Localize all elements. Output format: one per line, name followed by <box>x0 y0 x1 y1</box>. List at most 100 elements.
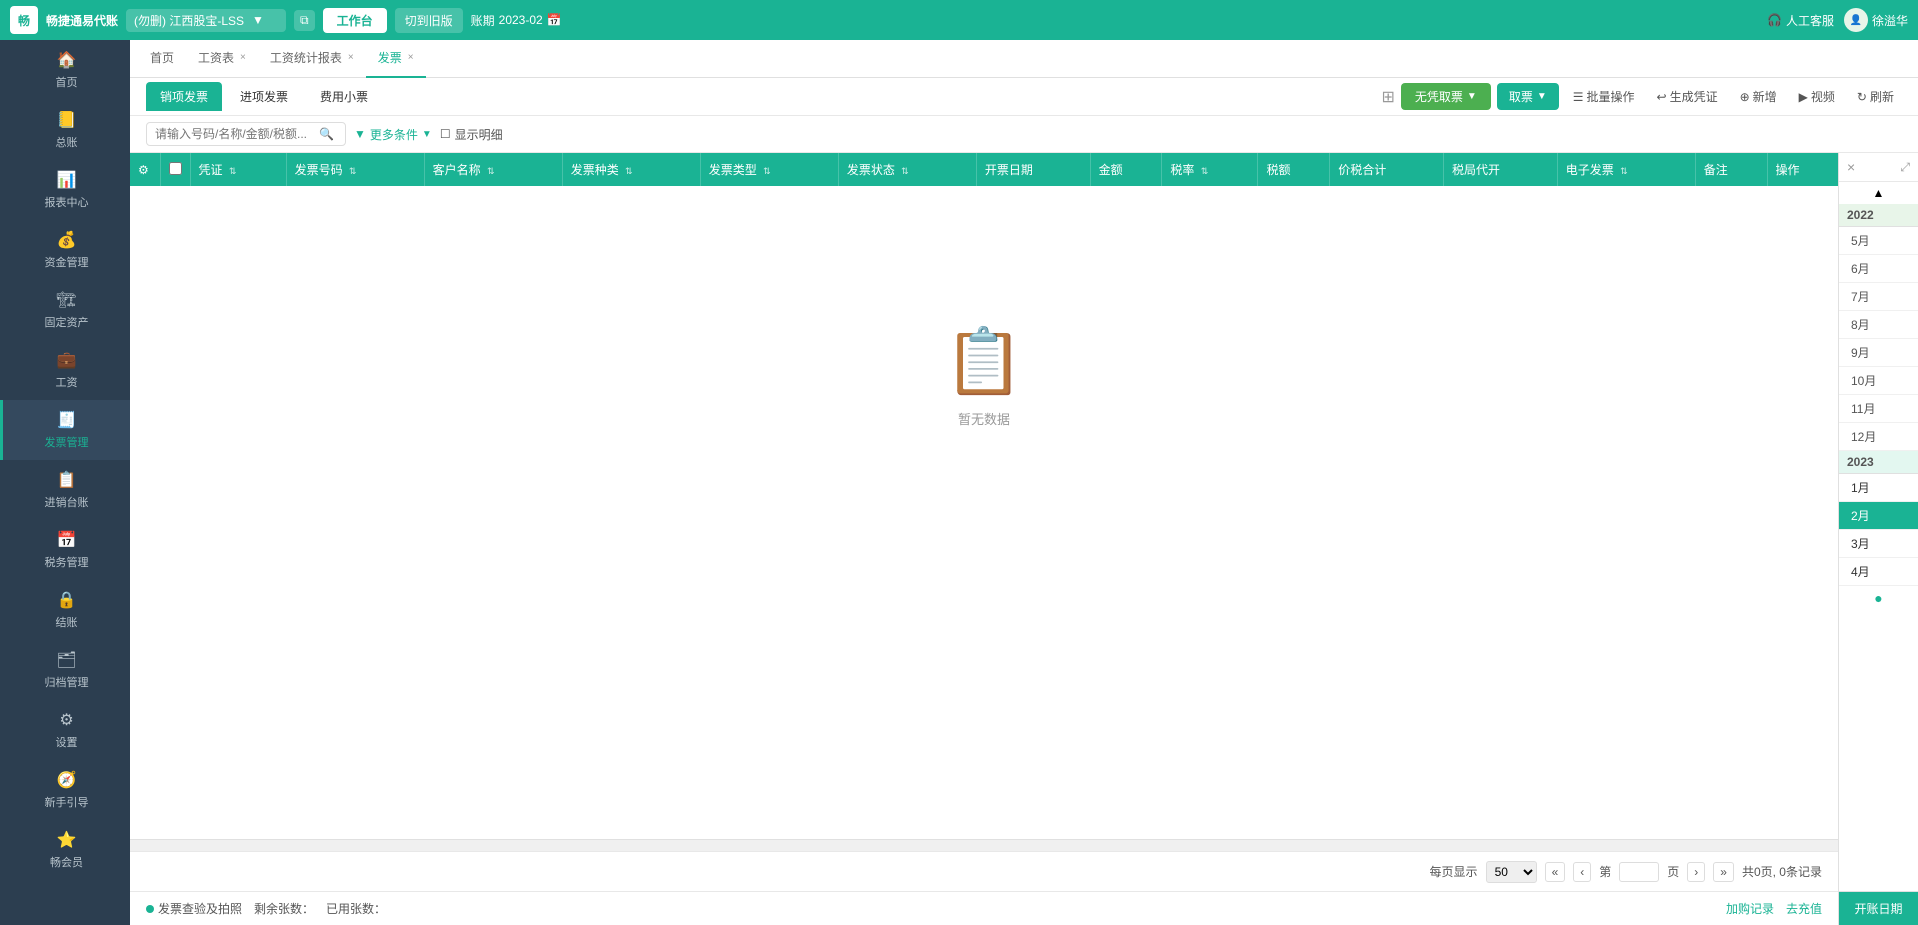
workspace-button[interactable]: 工作台 <box>323 8 387 33</box>
fixed-assets-icon: 🏗 <box>56 290 76 310</box>
grid-view-icon[interactable]: ⊞ <box>1381 87 1394 107</box>
app-title: 畅捷通易代账 <box>46 12 118 29</box>
month-2023-02[interactable]: 2月 <box>1839 502 1918 530</box>
tab-close-salary[interactable]: × <box>240 52 246 63</box>
sort-icon6[interactable]: ⇅ <box>901 166 909 176</box>
next-page-btn[interactable]: › <box>1687 862 1705 882</box>
open-period-btn[interactable]: 开账日期 <box>1839 892 1918 925</box>
video-btn[interactable]: ▶ 视频 <box>1791 83 1843 110</box>
prev-page-btn[interactable]: ‹ <box>1573 862 1591 882</box>
sort-icon8[interactable]: ⇅ <box>1620 166 1628 176</box>
search-icon[interactable]: 🔍 <box>319 127 334 141</box>
date-panel-header: × ⤢ <box>1839 153 1918 182</box>
sort-icon5[interactable]: ⇅ <box>763 166 771 176</box>
sidebar-item-salary[interactable]: 💼 工资 <box>0 340 130 400</box>
month-2022-09[interactable]: 9月 <box>1839 339 1918 367</box>
col-tax-code: 税局代开 <box>1443 153 1557 186</box>
select-all-checkbox[interactable] <box>169 162 182 175</box>
add-new-btn[interactable]: ⊕ 新增 <box>1732 83 1785 110</box>
purchase-record-link[interactable]: 加购记录 <box>1726 900 1774 917</box>
user-avatar: 👤 <box>1844 8 1868 32</box>
tab-salary[interactable]: 工资表 × <box>186 40 258 78</box>
month-2022-06[interactable]: 6月 <box>1839 255 1918 283</box>
tab-home[interactable]: 首页 <box>138 40 186 78</box>
search-input[interactable] <box>155 127 315 141</box>
sidebar-item-guide[interactable]: 🧭 新手引导 <box>0 760 130 820</box>
sort-icon3[interactable]: ⇅ <box>487 166 495 176</box>
user-profile-btn[interactable]: 👤 徐溢华 <box>1844 8 1908 32</box>
sidebar-item-archive[interactable]: 🗂 归档管理 <box>0 640 130 700</box>
pagination-bar: 每页显示 50 100 200 « ‹ 第 1 页 › » 共0页, 0 <box>130 851 1838 891</box>
sidebar-item-report[interactable]: 📊 报表中心 <box>0 160 130 220</box>
month-2022-08[interactable]: 8月 <box>1839 311 1918 339</box>
month-2023-01[interactable]: 1月 <box>1839 474 1918 502</box>
switch-version-button[interactable]: 切到旧版 <box>395 8 463 33</box>
company-selector[interactable]: (勿删) 江西股宝-LSS ▼ <box>126 9 286 32</box>
get-ticket-btn[interactable]: 取票 ▼ <box>1497 83 1559 110</box>
col-checkbox[interactable] <box>160 153 190 186</box>
sidebar-item-sales-ledger[interactable]: 📋 进销台账 <box>0 460 130 520</box>
copy-icon-button[interactable]: ⧉ <box>294 10 315 31</box>
chevron-down-icon: ● <box>1874 590 1882 606</box>
month-2023-04[interactable]: 4月 <box>1839 558 1918 586</box>
page-input[interactable]: 1 <box>1619 862 1659 882</box>
sort-icon7[interactable]: ⇅ <box>1201 166 1209 176</box>
month-2023-03[interactable]: 3月 <box>1839 530 1918 558</box>
customer-service-btn[interactable]: 🎧 人工客服 <box>1767 12 1834 29</box>
last-page-btn[interactable]: » <box>1713 862 1734 882</box>
sub-tab-purchase[interactable]: 进项发票 <box>226 82 302 111</box>
sidebar-item-member[interactable]: ⭐ 畅会员 <box>0 820 130 880</box>
report-icon: 📊 <box>57 170 77 190</box>
fund-icon: 💰 <box>57 230 77 250</box>
recharge-link[interactable]: 去充值 <box>1786 900 1822 917</box>
open-period-section: 开账日期 <box>1839 891 1918 925</box>
tab-invoice[interactable]: 发票 × <box>366 40 426 78</box>
month-2022-07[interactable]: 7月 <box>1839 283 1918 311</box>
show-detail-checkbox[interactable]: ☐ 显示明细 <box>440 126 503 143</box>
gen-voucher-btn[interactable]: ↩ 生成凭证 <box>1649 83 1726 110</box>
horizontal-scrollbar[interactable] <box>130 839 1838 851</box>
sort-icon[interactable]: ⇅ <box>229 166 237 176</box>
month-2022-05[interactable]: 5月 <box>1839 227 1918 255</box>
tab-salary-report[interactable]: 工资统计报表 × <box>258 40 366 78</box>
sidebar-item-home[interactable]: 🏠 首页 <box>0 40 130 100</box>
content-area: 首页 工资表 × 工资统计报表 × 发票 × 销项发票 <box>130 40 1918 925</box>
no-voucher-btn[interactable]: 无凭取票 ▼ <box>1401 83 1491 110</box>
maximize-date-panel-btn[interactable]: ⤢ <box>1900 160 1910 175</box>
status-dot <box>146 905 154 913</box>
year-2023: 2023 <box>1839 451 1918 474</box>
sidebar-item-close[interactable]: 🔒 结账 <box>0 580 130 640</box>
scroll-up-btn[interactable]: ▲ <box>1839 182 1918 204</box>
sidebar-item-invoice-mgmt[interactable]: 🧾 发票管理 <box>0 400 130 460</box>
month-2022-12[interactable]: 12月 <box>1839 423 1918 451</box>
month-2022-11[interactable]: 11月 <box>1839 395 1918 423</box>
close-date-panel-btn[interactable]: × <box>1847 159 1855 175</box>
sub-tab-sales[interactable]: 销项发票 <box>146 82 222 111</box>
sidebar-item-settings[interactable]: ⚙ 设置 <box>0 700 130 760</box>
per-page-select[interactable]: 50 100 200 <box>1486 861 1537 883</box>
more-filter-btn[interactable]: ▼ 更多条件 ▼ <box>354 126 432 143</box>
refresh-btn[interactable]: ↻ 刷新 <box>1849 83 1902 110</box>
scroll-down-btn[interactable]: ● <box>1839 586 1918 610</box>
col-settings[interactable]: ⚙ <box>130 153 160 186</box>
sub-tab-expense[interactable]: 费用小票 <box>306 82 382 111</box>
sidebar-item-fund[interactable]: 💰 资金管理 <box>0 220 130 280</box>
tab-close-salary-report[interactable]: × <box>348 52 354 63</box>
invoice-icon: 🧾 <box>57 410 77 430</box>
chevron-up-icon: ▲ <box>1873 186 1885 200</box>
first-page-btn[interactable]: « <box>1545 862 1566 882</box>
sort-icon2[interactable]: ⇅ <box>349 166 357 176</box>
sidebar-item-tax[interactable]: 📅 税务管理 <box>0 520 130 580</box>
month-2022-10[interactable]: 10月 <box>1839 367 1918 395</box>
sidebar-item-ledger[interactable]: 📒 总账 <box>0 100 130 160</box>
table-container: ⚙ 凭证 ⇅ 发票号码 ⇅ <box>130 153 1838 839</box>
col-open-date: 开票日期 <box>976 153 1090 186</box>
tab-close-invoice[interactable]: × <box>408 52 414 63</box>
headset-icon: 🎧 <box>1767 13 1782 27</box>
date-panel: × ⤢ ▲ 2022 5月 6月 7月 8月 9月 10月 11月 <box>1838 153 1918 925</box>
sort-icon4[interactable]: ⇅ <box>625 166 633 176</box>
calendar-icon[interactable]: 📅 <box>547 13 562 27</box>
main-layout: 🏠 首页 📒 总账 📊 报表中心 💰 资金管理 🏗 固定资产 💼 工资 🧾 发票… <box>0 40 1918 925</box>
sidebar-item-fixed-assets[interactable]: 🏗 固定资产 <box>0 280 130 340</box>
batch-ops-btn[interactable]: ☰ 批量操作 <box>1565 83 1643 110</box>
